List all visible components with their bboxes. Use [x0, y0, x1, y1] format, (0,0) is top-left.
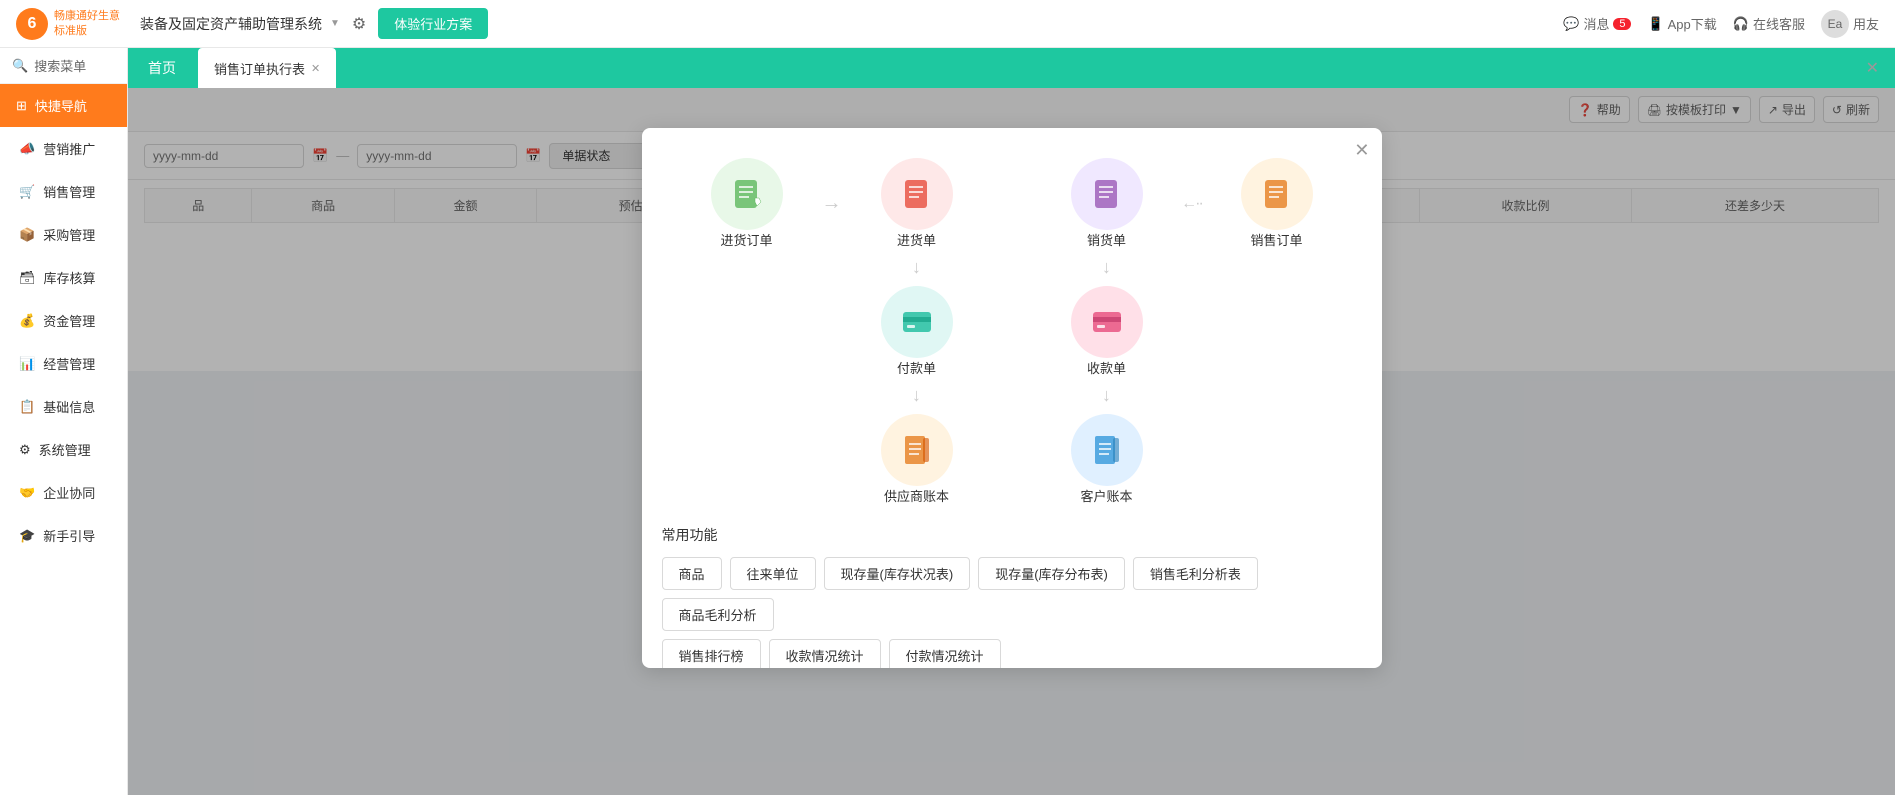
finance-icon: 💰 — [19, 313, 35, 329]
app-download-button[interactable]: 📱 App下载 — [1647, 14, 1716, 33]
sidebar-item-finance[interactable]: 💰 资金管理 — [0, 299, 127, 342]
tab-sales-order-exec[interactable]: 销售订单执行表 ✕ — [198, 48, 336, 88]
basic-info-icon: 📋 — [19, 399, 35, 415]
flow-item-customer-ledger[interactable]: 客户账本 — [1042, 414, 1172, 505]
down-arrow-purchase: ↓ — [852, 257, 982, 278]
flow-item-purchase-order[interactable]: 进货订单 — [682, 158, 812, 249]
system-icon: ⚙ — [19, 442, 31, 458]
page-close-button[interactable]: ✕ — [1866, 58, 1879, 78]
down-arrow-sales: ↓ — [1042, 257, 1172, 278]
marketing-icon: 📣 — [19, 141, 35, 157]
sidebar-item-marketing[interactable]: 📣 营销推广 — [0, 127, 127, 170]
headset-icon: 🎧 — [1733, 16, 1749, 32]
flow-diagram: 进货订单 → — [682, 158, 1342, 505]
func-sales-rank[interactable]: 销售排行榜 — [662, 639, 761, 668]
sales-order-circle — [1241, 158, 1313, 230]
avatar: Ea — [1821, 10, 1849, 38]
flow-item-payment[interactable]: 付款单 — [852, 286, 982, 377]
down-arrow-payment: ↓ — [852, 385, 982, 406]
flow-item-sales-order[interactable]: 销售订单 — [1212, 158, 1342, 249]
purchase-bill-circle — [881, 158, 953, 230]
flow-section: 进货订单 → — [642, 128, 1382, 525]
common-functions-section: 常用功能 商品 往来单位 现存量(库存状况表) 现存量(库存分布表) 销售毛利分… — [642, 525, 1382, 668]
chevron-down-icon: ▼ — [330, 18, 340, 29]
func-counterpart[interactable]: 往来单位 — [730, 557, 816, 590]
content-area: 首页 销售订单执行表 ✕ ✕ ❓ 帮助 � — [128, 48, 1895, 795]
purchase-order-circle — [711, 158, 783, 230]
top-bar: 6 畅康通好生意 标准版 装备及固定资产辅助管理系统 ▼ ⚙ 体验行业方案 💬 … — [0, 0, 1895, 48]
arrow-purchase-order-to-bill: → — [812, 192, 852, 215]
modal-overlay[interactable]: ✕ — [128, 88, 1895, 795]
flow-main-row: 进货订单 → — [682, 158, 1342, 505]
logo-icon: 6 — [16, 8, 48, 40]
function-grid: 商品 往来单位 现存量(库存状况表) 现存量(库存分布表) 销售毛利分析表 商品… — [662, 557, 1362, 631]
sidebar-item-guide[interactable]: 🎓 新手引导 — [0, 514, 127, 557]
customer-ledger-circle — [1071, 414, 1143, 486]
sidebar: 🔍 搜索菜单 ⊞ 快捷导航 📣 营销推广 🛒 销售管理 📦 采购管理 🗃 — [0, 48, 128, 795]
func-product[interactable]: 商品 — [662, 557, 722, 590]
func-receipt-stats[interactable]: 收款情况统计 — [769, 639, 881, 668]
flow-item-supplier-ledger[interactable]: 供应商账本 — [852, 414, 982, 505]
logo-area: 6 畅康通好生意 标准版 — [16, 8, 128, 40]
common-functions-title: 常用功能 — [662, 525, 1362, 545]
content-main: ❓ 帮助 🖨 按模板打印 ▼ ↗ 导出 ↺ — [128, 88, 1895, 795]
sidebar-item-system[interactable]: ⚙ 系统管理 — [0, 428, 127, 471]
down-arrow-receipt: ↓ — [1042, 385, 1172, 406]
logo-text: 畅康通好生意 标准版 — [54, 9, 120, 38]
tab-close-icon[interactable]: ✕ — [311, 62, 320, 75]
operations-icon: 📊 — [19, 356, 35, 372]
user-menu[interactable]: Ea 用友 — [1821, 10, 1879, 38]
online-service-button[interactable]: 🎧 在线客服 — [1733, 14, 1805, 33]
sales-bill-circle — [1071, 158, 1143, 230]
func-product-profit[interactable]: 商品毛利分析 — [662, 598, 774, 631]
flow-item-sales-bill[interactable]: 销货单 — [1042, 158, 1172, 249]
grid-icon: ⊞ — [16, 98, 27, 114]
sidebar-item-purchase[interactable]: 📦 采购管理 — [0, 213, 127, 256]
app-container: 6 畅康通好生意 标准版 装备及固定资产辅助管理系统 ▼ ⚙ 体验行业方案 💬 … — [0, 0, 1895, 795]
trial-button[interactable]: 体验行业方案 — [378, 8, 488, 39]
function-grid-2: 销售排行榜 收款情况统计 付款情况统计 — [662, 639, 1362, 668]
receipt-circle — [1071, 286, 1143, 358]
modal-close-button[interactable]: ✕ — [1354, 140, 1369, 161]
phone-icon: 📱 — [1647, 16, 1663, 32]
system-title: 装备及固定资产辅助管理系统 ▼ — [140, 14, 340, 34]
modal-dialog: ✕ — [642, 128, 1382, 668]
sidebar-item-quick-nav[interactable]: ⊞ 快捷导航 — [0, 84, 127, 127]
arrow-sales-order-to-bill: ←·· — [1172, 195, 1212, 213]
search-menu-button[interactable]: 🔍 搜索菜单 — [0, 48, 127, 84]
main-area: 🔍 搜索菜单 ⊞ 快捷导航 📣 营销推广 🛒 销售管理 📦 采购管理 🗃 — [0, 48, 1895, 795]
flow-item-receipt[interactable]: 收款单 — [1042, 286, 1172, 377]
sidebar-item-inventory[interactable]: 🗃 库存核算 — [0, 256, 127, 299]
tab-home[interactable]: 首页 — [128, 48, 196, 88]
func-payment-stats[interactable]: 付款情况统计 — [889, 639, 1001, 668]
supplier-ledger-circle — [881, 414, 953, 486]
tab-bar: 首页 销售订单执行表 ✕ ✕ — [128, 48, 1895, 88]
top-right-area: 💬 消息 5 📱 App下载 🎧 在线客服 Ea 用友 — [1563, 10, 1879, 38]
func-inventory-status[interactable]: 现存量(库存状况表) — [824, 557, 971, 590]
enterprise-icon: 🤝 — [19, 485, 35, 501]
message-badge: 5 — [1613, 18, 1631, 30]
inventory-icon: 🗃 — [19, 270, 36, 286]
purchase-icon: 📦 — [19, 227, 35, 243]
guide-icon: 🎓 — [19, 528, 35, 544]
settings-icon[interactable]: ⚙ — [352, 14, 366, 34]
func-inventory-dist[interactable]: 现存量(库存分布表) — [978, 557, 1125, 590]
message-button[interactable]: 💬 消息 5 — [1563, 14, 1631, 33]
func-sales-profit-analysis[interactable]: 销售毛利分析表 — [1133, 557, 1258, 590]
payment-circle — [881, 286, 953, 358]
sales-icon: 🛒 — [19, 184, 35, 200]
message-icon: 💬 — [1563, 16, 1579, 32]
sidebar-item-enterprise[interactable]: 🤝 企业协同 — [0, 471, 127, 514]
search-icon: 🔍 — [12, 58, 28, 74]
sidebar-item-basic-info[interactable]: 📋 基础信息 — [0, 385, 127, 428]
flow-item-purchase-bill[interactable]: 进货单 — [852, 158, 982, 249]
sidebar-item-operations[interactable]: 📊 经营管理 — [0, 342, 127, 385]
sidebar-item-sales[interactable]: 🛒 销售管理 — [0, 170, 127, 213]
